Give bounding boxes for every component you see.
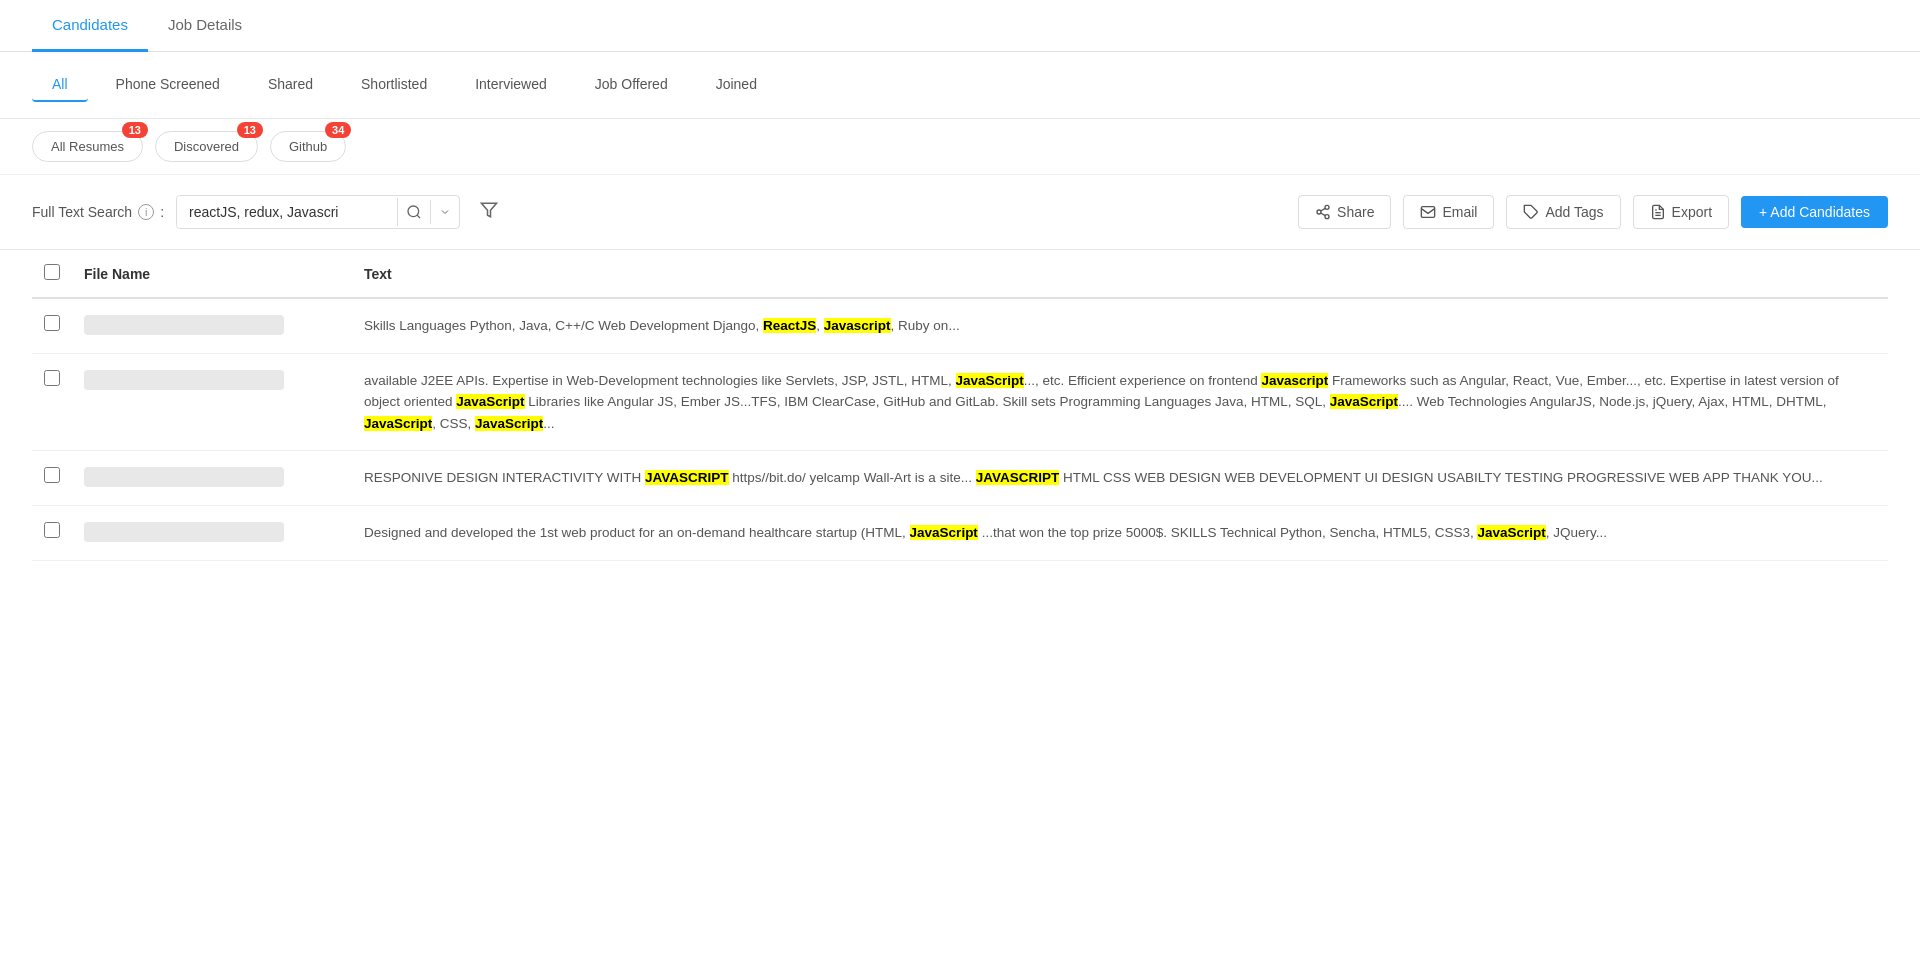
svg-line-5 xyxy=(1321,213,1326,216)
github-badge: 34 xyxy=(325,122,351,138)
search-dropdown-button[interactable] xyxy=(430,200,459,224)
add-tags-label: Add Tags xyxy=(1545,204,1603,220)
export-label: Export xyxy=(1672,204,1712,220)
discovered-badge: 13 xyxy=(237,122,263,138)
filename-cell xyxy=(72,298,352,353)
text-cell: RESPONIVE DESIGN INTERACTIVITY WITH JAVA… xyxy=(352,451,1888,506)
header-text: Text xyxy=(352,250,1888,298)
highlighted-keyword: JavaScript xyxy=(475,416,543,431)
text-cell: available J2EE APIs. Expertise in Web-De… xyxy=(352,353,1888,451)
svg-rect-7 xyxy=(1422,207,1435,218)
search-area: Full Text Search i: Share Email Add Tags… xyxy=(0,175,1920,250)
add-tags-button[interactable]: Add Tags xyxy=(1506,195,1620,229)
svg-point-2 xyxy=(1325,205,1329,209)
header-filename: File Name xyxy=(72,250,352,298)
header-checkbox-cell xyxy=(32,250,72,298)
row-checkbox-cell xyxy=(32,298,72,353)
add-candidates-label: + Add Candidates xyxy=(1759,204,1870,220)
highlighted-keyword: JavaScript xyxy=(364,416,432,431)
add-candidates-button[interactable]: + Add Candidates xyxy=(1741,196,1888,228)
filter-tab-shared[interactable]: Shared xyxy=(248,68,333,102)
search-input[interactable] xyxy=(177,196,397,228)
filename-cell xyxy=(72,353,352,451)
candidates-table: File Name Text Skills Languages Python, … xyxy=(32,250,1888,561)
table-row: RESPONIVE DESIGN INTERACTIVITY WITH JAVA… xyxy=(32,451,1888,506)
svg-marker-1 xyxy=(482,203,497,217)
highlighted-keyword: JavaScript xyxy=(456,394,524,409)
svg-point-4 xyxy=(1325,215,1329,219)
table-row: Designed and developed the 1st web produ… xyxy=(32,505,1888,560)
svg-line-6 xyxy=(1321,208,1326,211)
all-resumes-badge: 13 xyxy=(122,122,148,138)
highlighted-keyword: JavaScript xyxy=(1477,525,1545,540)
highlighted-keyword: JAVASCRIPT xyxy=(976,470,1060,485)
svg-point-3 xyxy=(1317,210,1321,214)
text-cell: Skills Languages Python, Java, C++/C Web… xyxy=(352,298,1888,353)
pill-github[interactable]: Github 34 xyxy=(270,131,346,162)
filter-tab-joined[interactable]: Joined xyxy=(696,68,777,102)
svg-point-0 xyxy=(408,206,419,217)
row-checkbox-2[interactable] xyxy=(44,467,60,483)
export-button[interactable]: Export xyxy=(1633,195,1729,229)
filter-tab-job-offered[interactable]: Job Offered xyxy=(575,68,688,102)
search-label: Full Text Search i: xyxy=(32,204,164,220)
filter-tab-shortlisted[interactable]: Shortlisted xyxy=(341,68,447,102)
table-row: Skills Languages Python, Java, C++/C Web… xyxy=(32,298,1888,353)
highlighted-keyword: Javascript xyxy=(824,318,891,333)
all-resumes-label: All Resumes xyxy=(51,139,124,154)
discovered-label: Discovered xyxy=(174,139,239,154)
table-row: available J2EE APIs. Expertise in Web-De… xyxy=(32,353,1888,451)
row-checkbox-0[interactable] xyxy=(44,315,60,331)
source-filters: All Resumes 13 Discovered 13 Github 34 xyxy=(0,119,1920,175)
highlighted-keyword: ReactJS xyxy=(763,318,816,333)
row-checkbox-cell xyxy=(32,353,72,451)
email-button[interactable]: Email xyxy=(1403,195,1494,229)
highlighted-keyword: JavaScript xyxy=(1330,394,1398,409)
highlighted-keyword: JAVASCRIPT xyxy=(645,470,729,485)
filename-cell xyxy=(72,505,352,560)
tab-job-details[interactable]: Job Details xyxy=(148,0,262,52)
row-checkbox-cell xyxy=(32,451,72,506)
search-button[interactable] xyxy=(398,198,430,226)
pill-all-resumes[interactable]: All Resumes 13 xyxy=(32,131,143,162)
row-checkbox-1[interactable] xyxy=(44,370,60,386)
search-input-wrap xyxy=(176,195,460,229)
candidates-table-wrap: File Name Text Skills Languages Python, … xyxy=(0,250,1920,561)
info-icon[interactable]: i xyxy=(138,204,154,220)
tab-candidates[interactable]: Candidates xyxy=(32,0,148,52)
filter-tab-all[interactable]: All xyxy=(32,68,88,102)
text-cell: Designed and developed the 1st web produ… xyxy=(352,505,1888,560)
highlighted-keyword: JavaScript xyxy=(956,373,1024,388)
share-button[interactable]: Share xyxy=(1298,195,1391,229)
filter-button[interactable] xyxy=(472,197,506,228)
filename-cell xyxy=(72,451,352,506)
search-controls xyxy=(397,198,459,226)
pill-discovered[interactable]: Discovered 13 xyxy=(155,131,258,162)
email-label: Email xyxy=(1442,204,1477,220)
select-all-checkbox[interactable] xyxy=(44,264,60,280)
share-label: Share xyxy=(1337,204,1374,220)
highlighted-keyword: Javascript xyxy=(1261,373,1328,388)
table-header-row: File Name Text xyxy=(32,250,1888,298)
top-tabs-bar: Candidates Job Details xyxy=(0,0,1920,52)
highlighted-keyword: JavaScript xyxy=(910,525,978,540)
github-label: Github xyxy=(289,139,327,154)
row-checkbox-3[interactable] xyxy=(44,522,60,538)
filter-tab-phone-screened[interactable]: Phone Screened xyxy=(96,68,240,102)
row-checkbox-cell xyxy=(32,505,72,560)
filter-tabs-bar: All Phone Screened Shared Shortlisted In… xyxy=(0,52,1920,119)
filter-tab-interviewed[interactable]: Interviewed xyxy=(455,68,567,102)
